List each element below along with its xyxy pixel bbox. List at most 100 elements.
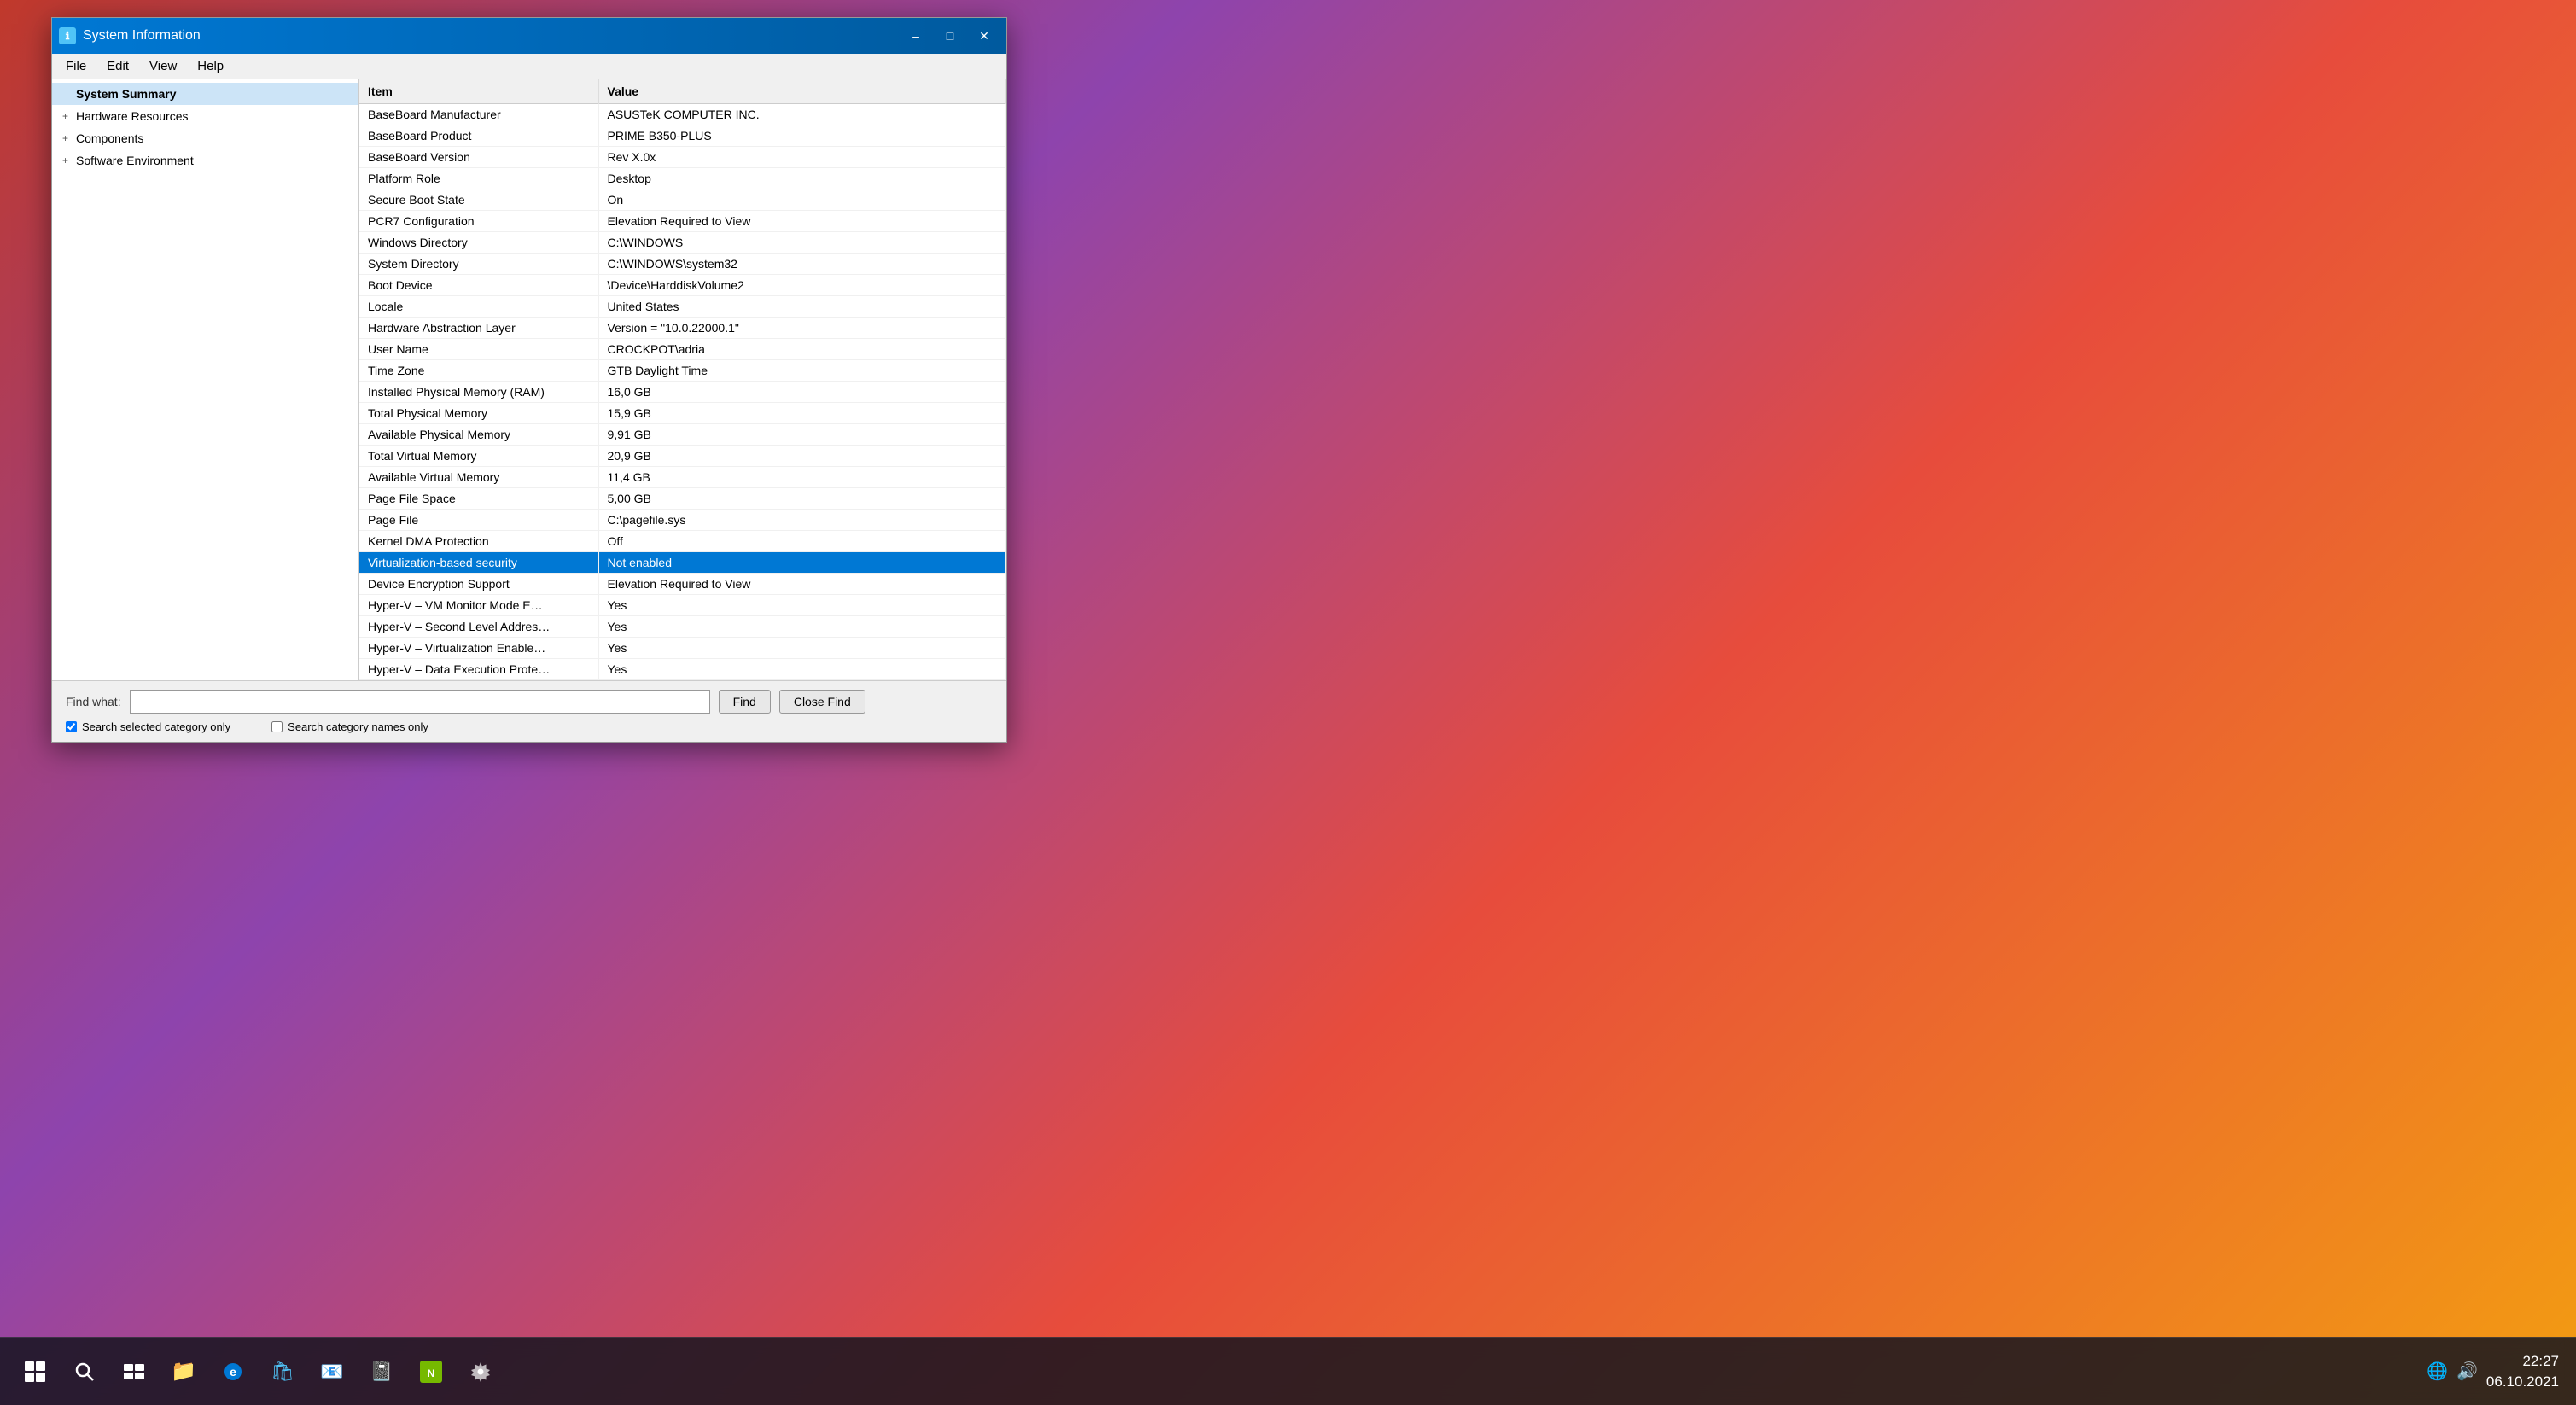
table-cell-item: Hyper-V – Data Execution Prote… [359, 659, 598, 680]
taskbar-left: 📁 e 🛍 📧 📓 N [0, 1354, 498, 1390]
table-cell-item: System Directory [359, 254, 598, 275]
table-row[interactable]: Time ZoneGTB Daylight Time [359, 360, 1006, 382]
table-row[interactable]: Hyper-V – Data Execution Prote…Yes [359, 659, 1006, 680]
table-cell-item: Available Virtual Memory [359, 467, 598, 488]
menu-item-edit[interactable]: Edit [96, 55, 139, 77]
taskbar-start-button[interactable] [17, 1354, 53, 1390]
minimize-button[interactable]: – [900, 24, 931, 48]
table-row[interactable]: Windows DirectoryC:\WINDOWS [359, 232, 1006, 254]
table-row[interactable]: Available Virtual Memory11,4 GB [359, 467, 1006, 488]
close-button[interactable]: ✕ [969, 24, 1000, 48]
main-content: System Summary + Hardware Resources + Co… [52, 79, 1006, 680]
table-cell-item: Hardware Abstraction Layer [359, 318, 598, 339]
table-cell-item: Total Physical Memory [359, 403, 598, 424]
checkbox-search-category-label: Search selected category only [82, 720, 230, 733]
table-cell-value: 20,9 GB [598, 446, 1006, 467]
table-row[interactable]: Hyper-V – Second Level Addres…Yes [359, 616, 1006, 638]
taskbar-taskview-button[interactable] [116, 1354, 152, 1390]
find-button[interactable]: Find [719, 690, 771, 714]
taskbar-settings[interactable] [463, 1354, 498, 1390]
table-cell-value: Yes [598, 659, 1006, 680]
table-row[interactable]: LocaleUnited States [359, 296, 1006, 318]
table-row[interactable]: BaseBoard ManufacturerASUSTeK COMPUTER I… [359, 104, 1006, 125]
maximize-button[interactable]: □ [935, 24, 965, 48]
taskbar-network-icon: 🌐 [2427, 1361, 2448, 1382]
table-cell-value: Yes [598, 595, 1006, 616]
checkbox-search-names[interactable]: Search category names only [271, 720, 428, 733]
menu-item-help[interactable]: Help [187, 55, 234, 77]
table-cell-value: 16,0 GB [598, 382, 1006, 403]
menu-item-file[interactable]: File [55, 55, 96, 77]
table-row[interactable]: Virtualization-based securityNot enabled [359, 552, 1006, 574]
table-row[interactable]: Platform RoleDesktop [359, 168, 1006, 189]
close-find-button[interactable]: Close Find [779, 690, 865, 714]
table-row[interactable]: Total Physical Memory15,9 GB [359, 403, 1006, 424]
taskbar-nvidia[interactable]: N [413, 1354, 449, 1390]
window-title: System Information [83, 28, 201, 44]
table-row[interactable]: Kernel DMA ProtectionOff [359, 531, 1006, 552]
taskbar-edge[interactable]: e [215, 1354, 251, 1390]
taskbar-store[interactable]: 🛍 [265, 1354, 300, 1390]
clock-date: 06.10.2021 [2486, 1372, 2559, 1392]
table-row[interactable]: Page FileC:\pagefile.sys [359, 510, 1006, 531]
checkbox-search-names-input[interactable] [271, 721, 283, 732]
table-row[interactable]: BaseBoard ProductPRIME B350-PLUS [359, 125, 1006, 147]
clock-time: 22:27 [2486, 1351, 2559, 1372]
sidebar-item-label: Hardware Resources [76, 109, 189, 123]
table-cell-value: C:\WINDOWS [598, 232, 1006, 254]
title-bar-left: ℹ System Information [59, 27, 201, 44]
table-row[interactable]: Page File Space5,00 GB [359, 488, 1006, 510]
table-cell-value: Not enabled [598, 552, 1006, 574]
checkbox-search-category-input[interactable] [66, 721, 77, 732]
table-row[interactable]: PCR7 ConfigurationElevation Required to … [359, 211, 1006, 232]
table-row[interactable]: Secure Boot StateOn [359, 189, 1006, 211]
table-row[interactable]: Hardware Abstraction LayerVersion = "10.… [359, 318, 1006, 339]
sidebar-item-hardware-resources[interactable]: + Hardware Resources [52, 105, 358, 127]
table-row[interactable]: Total Virtual Memory20,9 GB [359, 446, 1006, 467]
checkbox-search-names-label: Search category names only [288, 720, 428, 733]
expand-icon: + [62, 132, 73, 144]
sidebar-item-label: System Summary [76, 87, 177, 101]
column-header-value: Value [598, 79, 1006, 104]
table-cell-value: CROCKPOT\adria [598, 339, 1006, 360]
table-cell-item: Platform Role [359, 168, 598, 189]
table-row[interactable]: Boot Device\Device\HarddiskVolume2 [359, 275, 1006, 296]
taskbar-file-explorer[interactable]: 📁 [166, 1354, 201, 1390]
table-cell-item: BaseBoard Manufacturer [359, 104, 598, 125]
taskbar-clock[interactable]: 22:27 06.10.2021 [2486, 1351, 2559, 1392]
taskbar-onenote[interactable]: 📓 [364, 1354, 399, 1390]
table-row[interactable]: Installed Physical Memory (RAM)16,0 GB [359, 382, 1006, 403]
sidebar-item-system-summary[interactable]: System Summary [52, 83, 358, 105]
table-cell-item: Windows Directory [359, 232, 598, 254]
taskbar-right: 🌐 🔊 22:27 06.10.2021 [2427, 1351, 2576, 1392]
table-cell-item: BaseBoard Version [359, 147, 598, 168]
find-row: Find what: Find Close Find [66, 690, 993, 714]
checkbox-search-category[interactable]: Search selected category only [66, 720, 230, 733]
info-table: Item Value BaseBoard ManufacturerASUSTeK… [359, 79, 1006, 680]
table-row[interactable]: BaseBoard VersionRev X.0x [359, 147, 1006, 168]
table-cell-value: On [598, 189, 1006, 211]
find-input[interactable] [130, 690, 710, 714]
table-row[interactable]: Hyper-V – Virtualization Enable…Yes [359, 638, 1006, 659]
table-cell-item: PCR7 Configuration [359, 211, 598, 232]
taskbar-mail[interactable]: 📧 [314, 1354, 350, 1390]
table-cell-value: United States [598, 296, 1006, 318]
sidebar-item-components[interactable]: + Components [52, 127, 358, 149]
taskbar-search-button[interactable] [67, 1354, 102, 1390]
table-row[interactable]: System DirectoryC:\WINDOWS\system32 [359, 254, 1006, 275]
menu-item-view[interactable]: View [139, 55, 187, 77]
table-cell-item: Locale [359, 296, 598, 318]
table-cell-value: Version = "10.0.22000.1" [598, 318, 1006, 339]
table-row[interactable]: Hyper-V – VM Monitor Mode E…Yes [359, 595, 1006, 616]
sidebar-item-label: Components [76, 131, 143, 145]
table-cell-value: Elevation Required to View [598, 574, 1006, 595]
svg-text:N: N [428, 1367, 435, 1379]
table-cell-item: Device Encryption Support [359, 574, 598, 595]
table-row[interactable]: User NameCROCKPOT\adria [359, 339, 1006, 360]
sidebar-item-software-environment[interactable]: + Software Environment [52, 149, 358, 172]
table-cell-item: Time Zone [359, 360, 598, 382]
table-cell-value: 9,91 GB [598, 424, 1006, 446]
table-row[interactable]: Device Encryption SupportElevation Requi… [359, 574, 1006, 595]
table-cell-value: PRIME B350-PLUS [598, 125, 1006, 147]
table-row[interactable]: Available Physical Memory9,91 GB [359, 424, 1006, 446]
